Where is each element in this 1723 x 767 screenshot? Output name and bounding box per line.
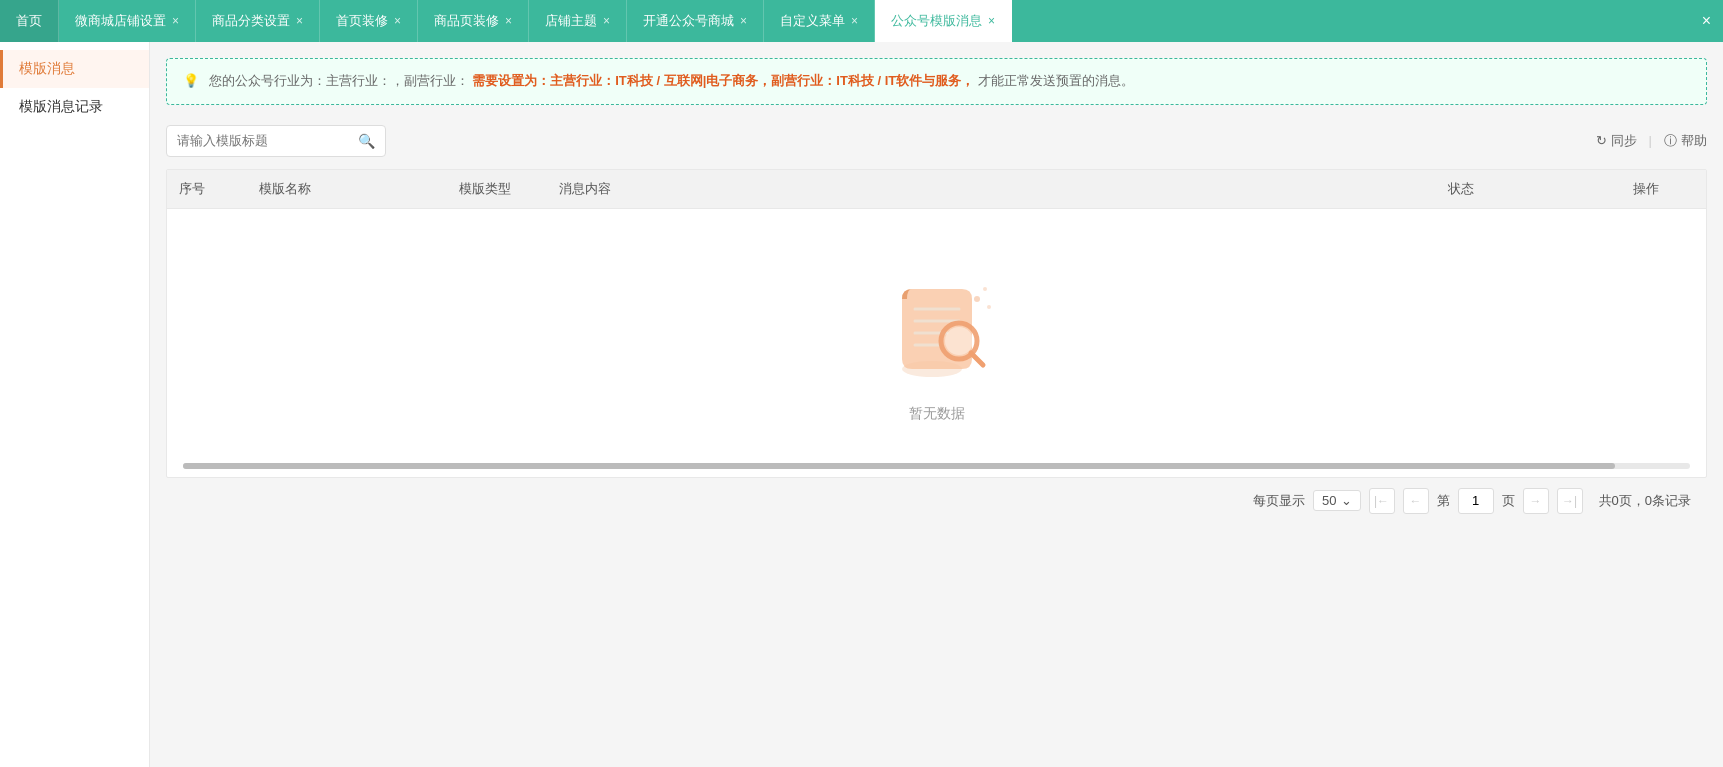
tab-template-msg[interactable]: 公众号模版消息 × — [875, 0, 1012, 42]
main-content: 💡 您的公众号行业为：主营行业：，副营行业： 需要设置为：主营行业：IT科技 /… — [150, 42, 1723, 767]
svg-point-6 — [945, 327, 973, 355]
th-action: 操作 — [1586, 170, 1706, 208]
tab-product-decor[interactable]: 商品页装修 × — [418, 0, 529, 42]
tab-home[interactable]: 首页 — [0, 0, 59, 42]
search-actions: ↻ 同步 | ⓘ 帮助 — [1596, 132, 1707, 150]
tab-shop-theme-close[interactable]: × — [603, 15, 610, 27]
search-icon[interactable]: 🔍 — [358, 133, 375, 149]
tab-custom-menu[interactable]: 自定义菜单 × — [764, 0, 875, 42]
sync-label: 同步 — [1611, 132, 1637, 150]
search-bar: 🔍 ↻ 同步 | ⓘ 帮助 — [166, 125, 1707, 157]
tab-product-decor-close[interactable]: × — [505, 15, 512, 27]
search-input-wrap: 🔍 — [166, 125, 386, 157]
pagination-prev-button[interactable]: ← — [1403, 488, 1429, 514]
tab-home-label: 首页 — [16, 12, 42, 30]
pag-label-after: 页 — [1502, 492, 1515, 510]
tab-shop-theme[interactable]: 店铺主题 × — [529, 0, 627, 42]
tab-category-setting-label: 商品分类设置 — [212, 12, 290, 30]
search-input[interactable] — [177, 133, 358, 148]
alert-icon: 💡 — [183, 73, 199, 88]
tab-category-setting-close[interactable]: × — [296, 15, 303, 27]
close-all-button[interactable]: × — [1690, 12, 1723, 30]
tab-shop-setting-label: 微商城店铺设置 — [75, 12, 166, 30]
th-seq: 序号 — [167, 170, 247, 208]
pagination-page-input[interactable] — [1458, 488, 1494, 514]
tab-template-msg-label: 公众号模版消息 — [891, 12, 982, 30]
scrollbar-thumb[interactable] — [183, 463, 1615, 469]
pagination-first-button[interactable]: |← — [1369, 488, 1395, 514]
sidebar-item-template-msg-record[interactable]: 模版消息记录 — [0, 88, 149, 126]
th-type: 模版类型 — [447, 170, 547, 208]
help-label: 帮助 — [1681, 132, 1707, 150]
empty-text: 暂无数据 — [909, 405, 965, 423]
svg-point-10 — [987, 305, 991, 309]
tab-template-msg-close[interactable]: × — [988, 15, 995, 27]
alert-highlight: 需要设置为：主营行业：IT科技 / 互联网|电子商务，副营行业：IT科技 / I… — [472, 73, 974, 88]
pagination-total: 共0页，0条记录 — [1599, 492, 1691, 510]
sync-button[interactable]: ↻ 同步 — [1596, 132, 1637, 150]
main-layout: 模版消息 模版消息记录 💡 您的公众号行业为：主营行业：，副营行业： 需要设置为… — [0, 42, 1723, 767]
tab-open-mall-close[interactable]: × — [740, 15, 747, 27]
th-name: 模版名称 — [247, 170, 447, 208]
pagination-last-button[interactable]: →| — [1557, 488, 1583, 514]
per-page-label: 每页显示 — [1253, 492, 1305, 510]
sidebar-item-template-msg-record-label: 模版消息记录 — [19, 98, 103, 114]
pagination-next-button[interactable]: → — [1523, 488, 1549, 514]
help-icon: ⓘ — [1664, 132, 1677, 150]
pagination: 每页显示 50 ⌄ |← ← 第 页 → →| 共0页，0条记录 — [166, 478, 1707, 524]
tab-home-decor[interactable]: 首页装修 × — [320, 0, 418, 42]
tab-open-mall-label: 开通公众号商城 — [643, 12, 734, 30]
tab-bar: 首页 微商城店铺设置 × 商品分类设置 × 首页装修 × 商品页装修 × 店铺主… — [0, 0, 1723, 42]
tab-shop-setting[interactable]: 微商城店铺设置 × — [59, 0, 196, 42]
tab-product-decor-label: 商品页装修 — [434, 12, 499, 30]
divider: | — [1649, 133, 1652, 148]
tab-custom-menu-label: 自定义菜单 — [780, 12, 845, 30]
per-page-chevron-icon: ⌄ — [1341, 493, 1352, 508]
table: 序号 模版名称 模版类型 消息内容 状态 操作 — [166, 169, 1707, 478]
svg-point-8 — [974, 296, 980, 302]
sync-icon: ↻ — [1596, 133, 1607, 148]
tab-home-decor-close[interactable]: × — [394, 15, 401, 27]
empty-icon — [877, 269, 997, 389]
sidebar-item-template-msg[interactable]: 模版消息 — [0, 50, 149, 88]
tab-category-setting[interactable]: 商品分类设置 × — [196, 0, 320, 42]
tab-custom-menu-close[interactable]: × — [851, 15, 858, 27]
sidebar: 模版消息 模版消息记录 — [0, 42, 150, 767]
per-page-value: 50 — [1322, 493, 1336, 508]
tab-home-decor-label: 首页装修 — [336, 12, 388, 30]
tab-shop-theme-label: 店铺主题 — [545, 12, 597, 30]
alert-prefix: 您的公众号行业为：主营行业：，副营行业： — [209, 73, 469, 88]
pag-label-before: 第 — [1437, 492, 1450, 510]
help-button[interactable]: ⓘ 帮助 — [1664, 132, 1707, 150]
alert-box: 💡 您的公众号行业为：主营行业：，副营行业： 需要设置为：主营行业：IT科技 /… — [166, 58, 1707, 105]
per-page-select[interactable]: 50 ⌄ — [1313, 490, 1360, 511]
alert-suffix: 才能正常发送预置的消息。 — [978, 73, 1134, 88]
svg-line-7 — [971, 353, 983, 365]
tab-open-mall[interactable]: 开通公众号商城 × — [627, 0, 764, 42]
tab-shop-setting-close[interactable]: × — [172, 15, 179, 27]
th-content: 消息内容 — [547, 170, 1436, 208]
th-status: 状态 — [1436, 170, 1586, 208]
empty-state: 暂无数据 — [167, 209, 1706, 463]
table-header: 序号 模版名称 模版类型 消息内容 状态 操作 — [167, 170, 1706, 209]
svg-point-9 — [983, 287, 987, 291]
scrollbar-track[interactable] — [183, 463, 1690, 469]
sidebar-item-template-msg-label: 模版消息 — [19, 60, 75, 76]
